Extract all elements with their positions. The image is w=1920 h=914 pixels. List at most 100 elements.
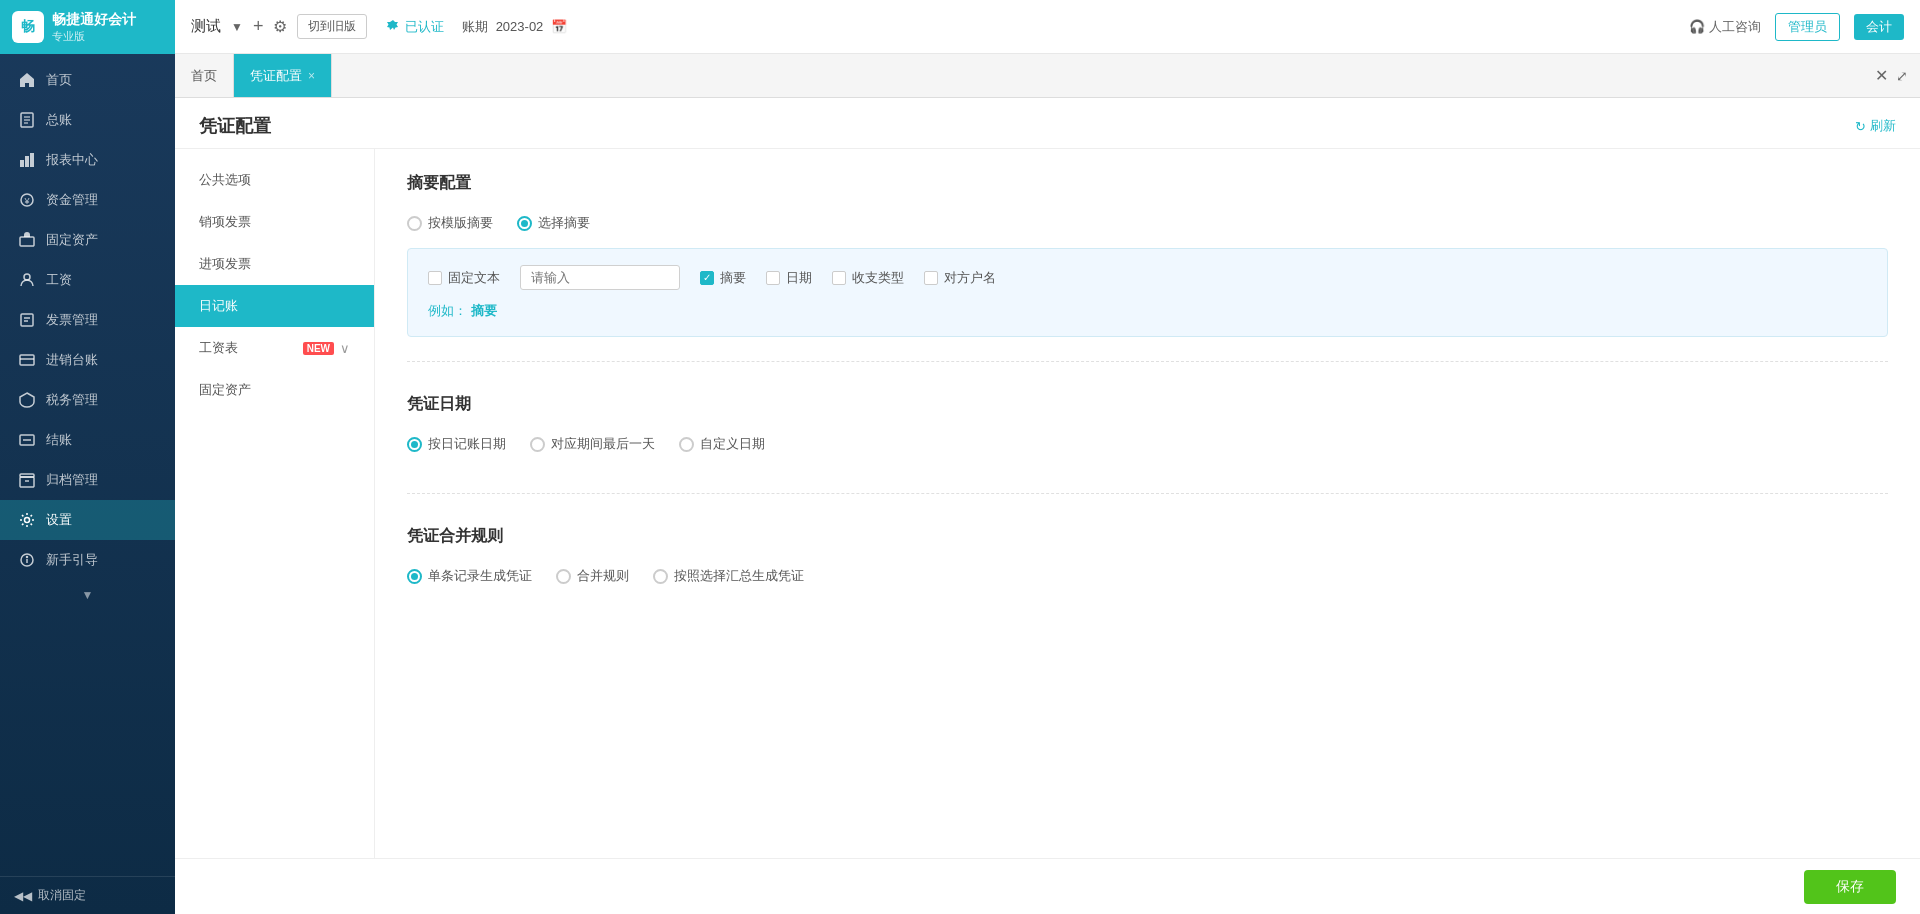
tab-voucher-config[interactable]: 凭证配置 × <box>234 54 332 97</box>
nav-item-public[interactable]: 公共选项 <box>175 159 374 201</box>
radio-summary-generate[interactable]: 按照选择汇总生成凭证 <box>653 567 804 585</box>
svg-rect-5 <box>25 156 29 167</box>
cancel-fixed-icon: ◀◀ <box>14 889 32 903</box>
nav-item-journal[interactable]: 日记账 <box>175 285 374 327</box>
sidebar-item-funds[interactable]: ¥ 资金管理 <box>0 180 175 220</box>
admin-btn[interactable]: 管理员 <box>1775 13 1840 41</box>
radio-merge-rule[interactable]: 合并规则 <box>556 567 629 585</box>
close-account-icon <box>18 431 36 449</box>
right-content: 摘要配置 按模版摘要 选择摘要 <box>375 149 1920 914</box>
svg-rect-6 <box>30 153 34 167</box>
counterparty-checkbox <box>924 271 938 285</box>
new-badge: NEW <box>303 342 334 355</box>
example-prefix: 例如： <box>428 303 467 318</box>
period-label: 账期 2023-02 📅 <box>462 18 566 36</box>
add-workspace-btn[interactable]: + <box>253 16 264 37</box>
date-radio-group: 按日记账日期 对应期间最后一天 自定义日期 <box>407 435 1888 453</box>
ledger-icon <box>18 111 36 129</box>
sidebar-item-invoice[interactable]: 发票管理 <box>0 300 175 340</box>
chart-icon <box>18 151 36 169</box>
window-expand-btn[interactable]: ⤢ <box>1896 68 1908 84</box>
workspace-dropdown[interactable]: ▼ <box>231 20 243 34</box>
tax-icon <box>18 391 36 409</box>
radio-journal-date[interactable]: 按日记账日期 <box>407 435 506 453</box>
sidebar-item-guide[interactable]: 新手引导 <box>0 540 175 580</box>
nav-item-fixed-assets[interactable]: 固定资产 <box>175 369 374 411</box>
date-section: 凭证日期 按日记账日期 对应期间最后一天 自定义日期 <box>407 394 1888 494</box>
radio-single-record[interactable]: 单条记录生成凭证 <box>407 567 532 585</box>
sidebar-scroll-down[interactable]: ▼ <box>0 580 175 610</box>
svg-rect-11 <box>21 314 33 326</box>
headset-icon: 🎧 <box>1689 19 1705 34</box>
checkbox-fixed-text[interactable]: 固定文本 <box>428 269 500 287</box>
radio-summary-circle <box>653 569 668 584</box>
tab-home[interactable]: 首页 <box>175 54 234 97</box>
sidebar-item-tax[interactable]: 税务管理 <box>0 380 175 420</box>
sidebar-item-close-account[interactable]: 结账 <box>0 420 175 460</box>
checkbox-counterparty[interactable]: 对方户名 <box>924 269 996 287</box>
svg-point-10 <box>24 274 30 280</box>
cancel-fixed-btn[interactable]: ◀◀ 取消固定 <box>0 876 175 914</box>
checkbox-income-type[interactable]: 收支类型 <box>832 269 904 287</box>
radio-period-last-circle <box>530 437 545 452</box>
tab-bar-controls: ✕ ⤢ <box>1875 54 1920 97</box>
radio-single-circle <box>407 569 422 584</box>
calendar-icon[interactable]: 📅 <box>551 19 567 34</box>
svg-rect-9 <box>20 237 34 246</box>
radio-period-last[interactable]: 对应期间最后一天 <box>530 435 655 453</box>
svg-text:¥: ¥ <box>23 196 30 206</box>
checkbox-date[interactable]: 日期 <box>766 269 812 287</box>
trade-icon <box>18 351 36 369</box>
tab-close-btn[interactable]: × <box>308 69 315 83</box>
summary-checkrow: 固定文本 摘要 日期 <box>428 265 1867 290</box>
page-container: 凭证配置 ↻ 刷新 公共选项 销项发票 进项发票 日记账 <box>175 98 1920 914</box>
sidebar-item-ledger[interactable]: 总账 <box>0 100 175 140</box>
merge-radio-group: 单条记录生成凭证 合并规则 按照选择汇总生成凭证 <box>407 567 1888 585</box>
checkbox-summary[interactable]: 摘要 <box>700 269 746 287</box>
summary-radio-group: 按模版摘要 选择摘要 <box>407 214 1888 232</box>
salary-icon <box>18 271 36 289</box>
inner-layout: 公共选项 销项发票 进项发票 日记账 工资表 NEW ∨ <box>175 149 1920 914</box>
radio-template-circle <box>407 216 422 231</box>
workspace-settings-btn[interactable]: ⚙ <box>273 17 287 36</box>
old-version-btn[interactable]: 切到旧版 <box>297 14 367 39</box>
certified-badge: 已认证 <box>385 18 444 36</box>
svg-rect-14 <box>20 355 34 365</box>
sidebar-item-home[interactable]: 首页 <box>0 60 175 100</box>
save-button[interactable]: 保存 <box>1804 870 1896 904</box>
sidebar-item-settings[interactable]: 设置 <box>0 500 175 540</box>
radio-template-summary[interactable]: 按模版摘要 <box>407 214 493 232</box>
svg-rect-19 <box>20 474 34 477</box>
summary-checkbox <box>700 271 714 285</box>
sidebar-item-salary[interactable]: 工资 <box>0 260 175 300</box>
date-checkbox <box>766 271 780 285</box>
radio-custom-date[interactable]: 自定义日期 <box>679 435 765 453</box>
role-btn[interactable]: 会计 <box>1854 14 1904 40</box>
sidebar-item-reports[interactable]: 报表中心 <box>0 140 175 180</box>
page-header: 凭证配置 ↻ 刷新 <box>175 98 1920 149</box>
fixed-text-input[interactable] <box>520 265 680 290</box>
sidebar-item-archive[interactable]: 归档管理 <box>0 460 175 500</box>
example-row: 例如： 摘要 <box>428 302 1867 320</box>
nav-item-sales-invoice[interactable]: 销项发票 <box>175 201 374 243</box>
svg-point-21 <box>25 518 30 523</box>
header-right: 🎧 人工咨询 管理员 会计 <box>1689 13 1904 41</box>
sidebar-item-trade[interactable]: 进销台账 <box>0 340 175 380</box>
nav-item-payroll[interactable]: 工资表 NEW ∨ <box>175 327 374 369</box>
radio-select-circle <box>517 216 532 231</box>
nav-item-purchase-invoice[interactable]: 进项发票 <box>175 243 374 285</box>
refresh-btn[interactable]: ↻ 刷新 <box>1855 117 1896 135</box>
window-close-btn[interactable]: ✕ <box>1875 66 1888 85</box>
consult-btn[interactable]: 🎧 人工咨询 <box>1689 18 1761 36</box>
save-bar: 保存 <box>175 858 1920 914</box>
logo-text: 畅捷通好会计 专业版 <box>52 10 136 43</box>
radio-journal-circle <box>407 437 422 452</box>
radio-select-summary[interactable]: 选择摘要 <box>517 214 590 232</box>
radio-merge-circle <box>556 569 571 584</box>
app-header: 测试 ▼ + ⚙ 切到旧版 已认证 账期 2023-02 📅 🎧 人工咨询 管理… <box>175 0 1920 54</box>
merge-section: 凭证合并规则 单条记录生成凭证 合并规则 按照选择汇总生成凭证 <box>407 526 1888 625</box>
app-logo: 畅 畅捷通好会计 专业版 <box>0 0 175 54</box>
sidebar-item-assets[interactable]: 固定资产 <box>0 220 175 260</box>
workspace-name: 测试 <box>191 17 221 36</box>
summary-config-box: 固定文本 摘要 日期 <box>407 248 1888 337</box>
